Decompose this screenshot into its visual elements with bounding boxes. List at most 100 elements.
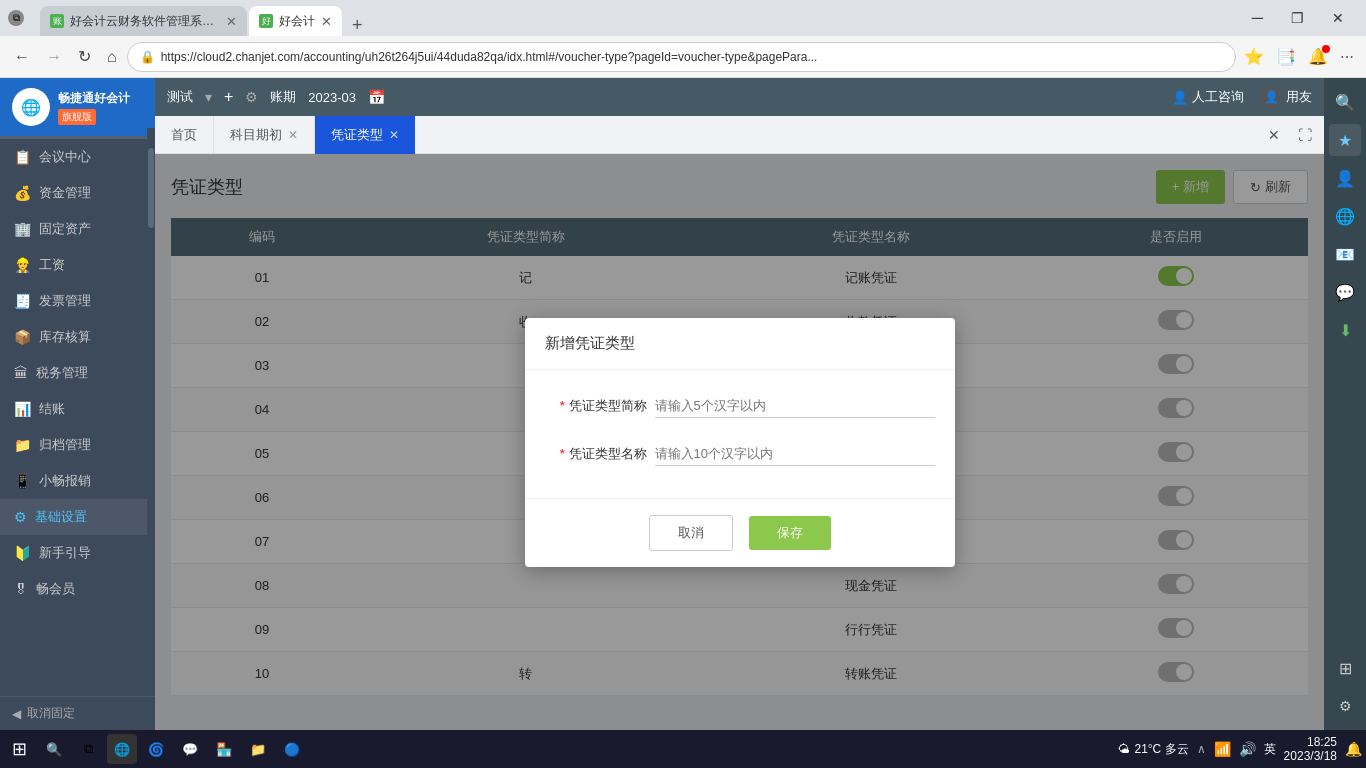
forward-button[interactable]: → [40,44,68,70]
user-button[interactable]: 👤 用友 [1260,86,1312,108]
back-button[interactable]: ← [8,44,36,70]
abbr-label: * 凭证类型简称 [545,397,655,415]
taskbar-edge-icon[interactable]: 🌐 [107,734,137,764]
home-button[interactable]: ⌂ [101,44,123,70]
right-grid-icon[interactable]: ⊞ [1329,652,1361,684]
right-settings-icon[interactable]: ⚙ [1329,690,1361,722]
sidebar-item-settings[interactable]: ⚙ 基础设置 [0,499,155,535]
tab-expand-panel-button[interactable]: ⛶ [1290,123,1320,147]
taskbar-search-icon[interactable]: 🔍 [39,734,69,764]
right-search-icon[interactable]: 🔍 [1329,86,1361,118]
right-star-icon[interactable]: ★ [1329,124,1361,156]
sidebar-item-settle[interactable]: 📊 结账 [0,391,155,427]
sidebar-item-huiyi[interactable]: 📋 会议中心 [0,139,155,175]
sidebar-item-inventory[interactable]: 📦 库存核算 [0,319,155,355]
modal-footer: 取消 保存 [525,498,955,567]
sidebar-item-salary[interactable]: 👷 工资 [0,247,155,283]
period-value: 2023-03 [308,90,356,105]
taskbar-store-icon[interactable]: 🏪 [209,734,239,764]
taskbar-chrome-icon[interactable]: 🌀 [141,734,171,764]
tab-voucher-type[interactable]: 凭证类型 ✕ [315,116,415,154]
taskbar-expand[interactable]: ∧ [1197,742,1206,756]
taskbar-date: 2023/3/18 [1284,749,1337,763]
add-company-button[interactable]: + [224,88,233,106]
sidebar-item-invoice[interactable]: 🧾 发票管理 [0,283,155,319]
sidebar-archive-label: 归档管理 [39,436,91,454]
tab-voucher-close[interactable]: ✕ [389,128,399,142]
sidebar-item-member[interactable]: 🎖 畅会员 [0,571,155,607]
tab-subject[interactable]: 科目期初 ✕ [214,116,315,154]
collections-icon[interactable]: 📑 [1272,43,1300,70]
sidebar-scrollbar-thumb[interactable] [148,148,154,228]
calendar-icon[interactable]: 📅 [368,89,385,105]
address-bar[interactable]: 🔒 https://cloud2.chanjet.com/accounting/… [127,42,1236,72]
sidebar-item-capital[interactable]: 💰 资金管理 [0,175,155,211]
unpin-button[interactable]: ◀ 取消固定 [12,705,143,722]
sidebar-item-fixed[interactable]: 🏢 固定资产 [0,211,155,247]
name-label: * 凭证类型名称 [545,445,655,463]
cancel-button[interactable]: 取消 [649,515,733,551]
close-button[interactable]: ✕ [1318,3,1358,33]
start-button[interactable]: ⊞ [4,734,35,764]
taskbar-multiwindow-icon[interactable]: ⧉ [73,734,103,764]
sidebar-huiyi-icon: 📋 [14,149,31,165]
minimize-button[interactable]: ─ [1238,3,1277,33]
sidebar-guide-label: 新手引导 [39,544,91,562]
taskbar-weather: 🌤 21°C 多云 [1118,741,1188,758]
logo-title: 畅捷通好会计 [58,90,130,107]
unpin-label: 取消固定 [27,705,75,722]
sidebar-settle-icon: 📊 [14,401,31,417]
sidebar-item-expense[interactable]: 📱 小畅报销 [0,463,155,499]
abbr-input[interactable] [655,394,935,418]
taskbar-volume-icon[interactable]: 🔊 [1239,741,1256,757]
modal-dialog: 新增凭证类型 * 凭证类型简称 [525,318,955,567]
sidebar-item-tax[interactable]: 🏛 税务管理 [0,355,155,391]
sidebar-tax-icon: 🏛 [14,365,28,381]
logo-badge: 旗舰版 [58,109,96,125]
right-outlook-icon[interactable]: 📧 [1329,238,1361,270]
tab1-close[interactable]: ✕ [226,14,237,29]
tab-subject-close[interactable]: ✕ [288,128,298,142]
tab-bar-controls: ✕ ⛶ [1260,123,1324,147]
taskbar-notification-icon[interactable]: 🔔 [1345,741,1362,757]
name-input[interactable] [655,442,935,466]
tab-subject-label: 科目期初 [230,126,282,144]
taskbar-wechat-icon[interactable]: 💬 [175,734,205,764]
browser-menu-button[interactable]: ⋯ [1336,45,1358,69]
right-chat-icon[interactable]: 💬 [1329,276,1361,308]
sidebar-guide-icon: 🔰 [14,545,31,561]
right-user-icon[interactable]: 👤 [1329,162,1361,194]
sidebar-item-archive[interactable]: 📁 归档管理 [0,427,155,463]
consult-icon: 👤 [1172,90,1188,105]
user-avatar: 👤 [1260,86,1282,108]
company-dropdown-icon[interactable]: ▾ [205,89,212,105]
window-layout-icon[interactable]: ⧉ [8,10,24,26]
sidebar-expense-label: 小畅报销 [39,472,91,490]
app-tab-bar: 首页 科目期初 ✕ 凭证类型 ✕ ✕ ⛶ [155,116,1324,154]
alerts-icon[interactable]: 🔔 [1304,43,1332,70]
right-globe-icon[interactable]: 🌐 [1329,200,1361,232]
sidebar-bottom: ◀ 取消固定 [0,696,155,730]
taskbar-browser-icon[interactable]: 🔵 [277,734,307,764]
settings-button[interactable]: ⚙ [245,89,258,105]
reload-button[interactable]: ↻ [72,43,97,70]
taskbar-network-icon[interactable]: 📶 [1214,741,1231,757]
tab-voucher-label: 凭证类型 [331,126,383,144]
sidebar-item-guide[interactable]: 🔰 新手引导 [0,535,155,571]
new-tab-button[interactable]: + [344,15,371,36]
tab2-close[interactable]: ✕ [321,14,332,29]
tab-close-panel-button[interactable]: ✕ [1260,123,1288,147]
save-button[interactable]: 保存 [749,516,831,550]
modal-body: * 凭证类型简称 * 凭证类型名称 [525,370,955,498]
taskbar-datetime[interactable]: 18:25 2023/3/18 [1284,735,1337,763]
right-download-icon[interactable]: ⬇ [1329,314,1361,346]
sidebar-member-label: 畅会员 [36,580,75,598]
taskbar-files-icon[interactable]: 📁 [243,734,273,764]
extensions-icon[interactable]: ⭐ [1240,43,1268,70]
browser-tab-1[interactable]: 账 好会计云财务软件管理系统_会计 ✕ [40,6,247,36]
sidebar-huiyi-label: 会议中心 [39,148,91,166]
browser-tab-2[interactable]: 好 好会计 ✕ [249,6,342,36]
consult-button[interactable]: 👤 人工咨询 [1172,88,1244,106]
tab-home[interactable]: 首页 [155,116,214,154]
maximize-button[interactable]: ❐ [1277,3,1318,33]
